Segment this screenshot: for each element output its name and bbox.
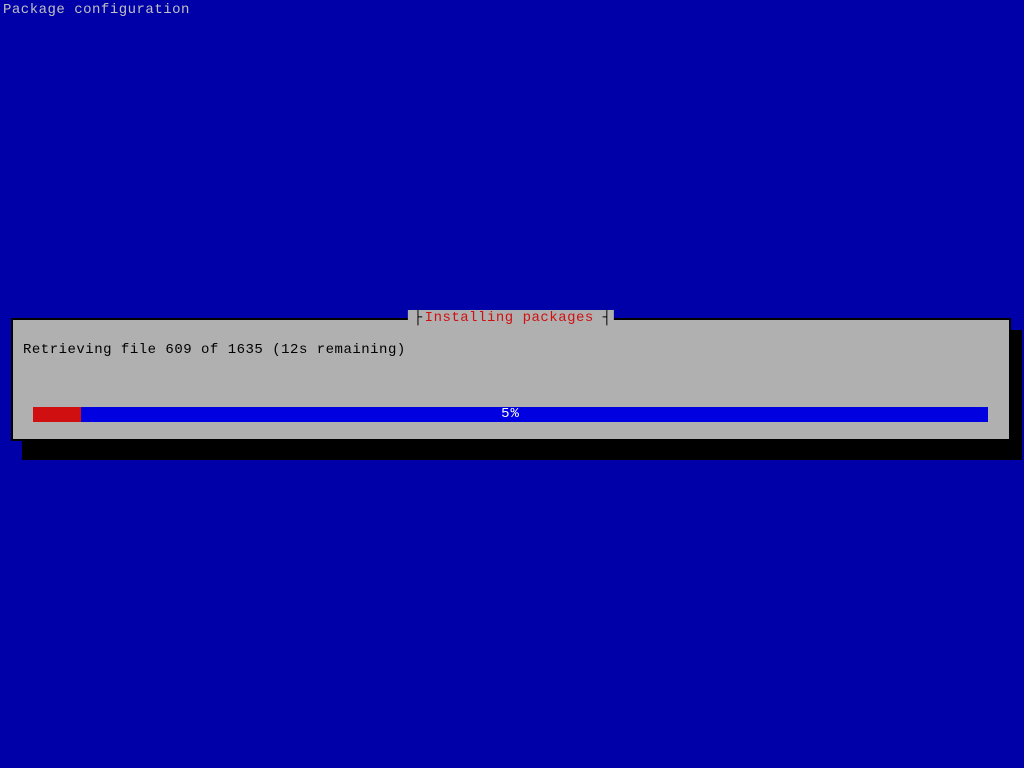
progress-label: 5% [33,407,988,422]
install-dialog: Installing packages Retrieving file 609 … [11,318,1011,441]
dialog-title: Installing packages [408,310,614,326]
dialog-title-text: Installing packages [425,310,594,326]
page-title: Package configuration [0,0,1024,20]
status-text: Retrieving file 609 of 1635 (12s remaini… [23,342,406,358]
progress-bar: 5% [33,407,988,422]
